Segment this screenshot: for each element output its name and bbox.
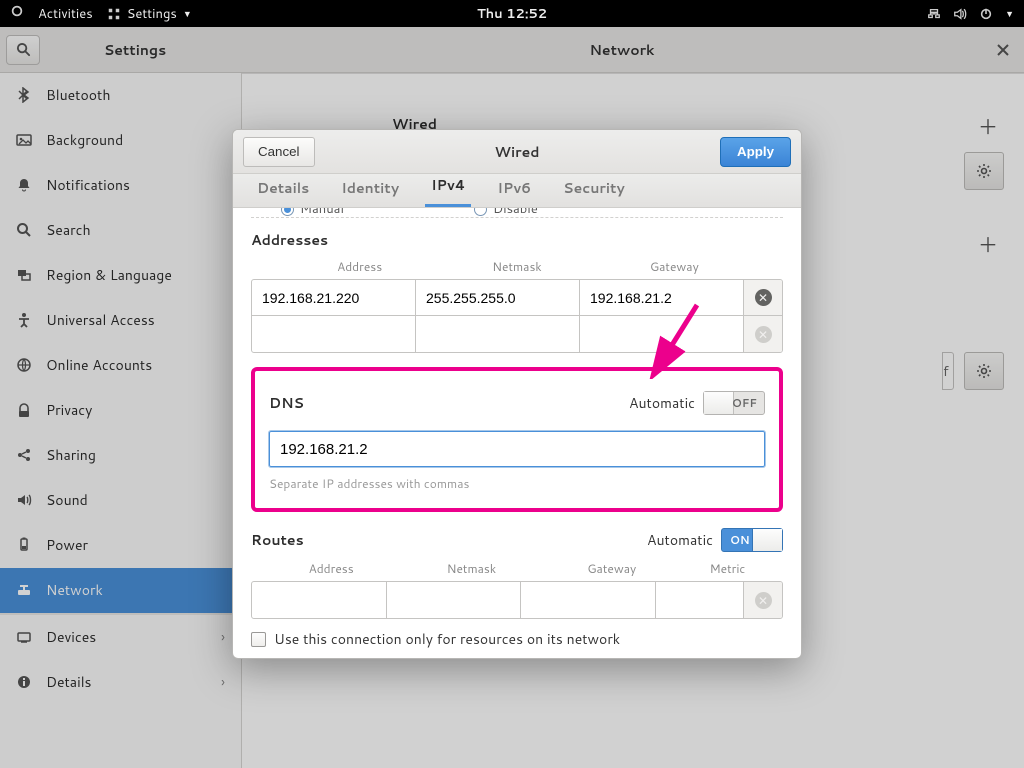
routes-title: Routes	[251, 530, 304, 550]
cancel-button[interactable]: Cancel	[243, 137, 315, 167]
power-icon	[979, 7, 993, 21]
app-menu[interactable]: Settings ▼	[107, 5, 192, 23]
tab-security[interactable]: Security	[557, 170, 631, 207]
dns-title-row: DNS Automatic OFF	[269, 391, 765, 415]
addresses-title: Addresses	[251, 230, 783, 250]
route-row: ✕	[252, 582, 782, 618]
radio-disable[interactable]: Disable	[474, 208, 538, 218]
dns-highlight-box: DNS Automatic OFF Separate IP addresses …	[251, 367, 783, 512]
netmask-input[interactable]	[416, 316, 579, 352]
radio-manual[interactable]: Manual	[281, 208, 344, 218]
ipv4-panel: Manual Disable Addresses Address Netmask…	[233, 208, 801, 658]
annotation-arrow	[645, 299, 705, 379]
dialog-title: Wired	[495, 142, 540, 162]
address-input[interactable]	[252, 316, 415, 352]
address-input[interactable]	[252, 280, 415, 315]
activities-label[interactable]: Activities	[38, 5, 93, 23]
route-netmask-input[interactable]	[387, 582, 521, 618]
delete-icon: ✕	[755, 326, 772, 343]
checkbox-icon	[251, 632, 266, 647]
route-address-input[interactable]	[252, 582, 386, 618]
delete-icon: ✕	[755, 592, 772, 609]
routes-automatic-toggle[interactable]: ON	[721, 528, 783, 552]
addresses-header: Address Netmask Gateway	[251, 258, 783, 279]
routes-table: ✕	[251, 581, 783, 619]
delete-icon: ✕	[755, 289, 772, 306]
volume-icon	[953, 7, 967, 21]
routes-title-row: Routes Automatic ON	[251, 528, 783, 552]
dns-title: DNS	[269, 393, 304, 413]
local-only-checkbox[interactable]: Use this connection only for resources o…	[251, 629, 783, 649]
gnome-top-bar: Activities Settings ▼ Thu 12:52 ▼	[0, 0, 1024, 27]
dialog-header: Cancel Wired Apply	[233, 130, 801, 174]
dialog-tabs: Details Identity IPv4 IPv6 Security	[233, 174, 801, 208]
netmask-input[interactable]	[416, 280, 579, 315]
activities-button[interactable]	[10, 4, 24, 23]
dns-automatic-toggle[interactable]: OFF	[703, 391, 765, 415]
apply-button[interactable]: Apply	[720, 137, 791, 167]
address-delete-button[interactable]: ✕	[744, 280, 782, 315]
tab-details[interactable]: Details	[251, 170, 315, 207]
system-status-area[interactable]: ▼	[927, 7, 1014, 21]
dns-hint: Separate IP addresses with commas	[269, 475, 765, 492]
address-delete-button[interactable]: ✕	[744, 316, 782, 352]
network-icon	[927, 7, 941, 21]
route-metric-input[interactable]	[656, 582, 743, 618]
routes-header: Address Netmask Gateway Metric	[251, 560, 783, 581]
wired-connection-dialog: Cancel Wired Apply Details Identity IPv4…	[232, 129, 802, 659]
tab-ipv6[interactable]: IPv6	[491, 170, 537, 207]
clock[interactable]: Thu 12:52	[477, 5, 547, 23]
route-delete-button[interactable]: ✕	[744, 582, 782, 618]
tab-identity[interactable]: Identity	[335, 170, 405, 207]
routes-automatic-label: Automatic	[647, 530, 713, 550]
route-gateway-input[interactable]	[521, 582, 655, 618]
dns-automatic-label: Automatic	[629, 393, 695, 413]
dns-input[interactable]	[269, 431, 765, 467]
